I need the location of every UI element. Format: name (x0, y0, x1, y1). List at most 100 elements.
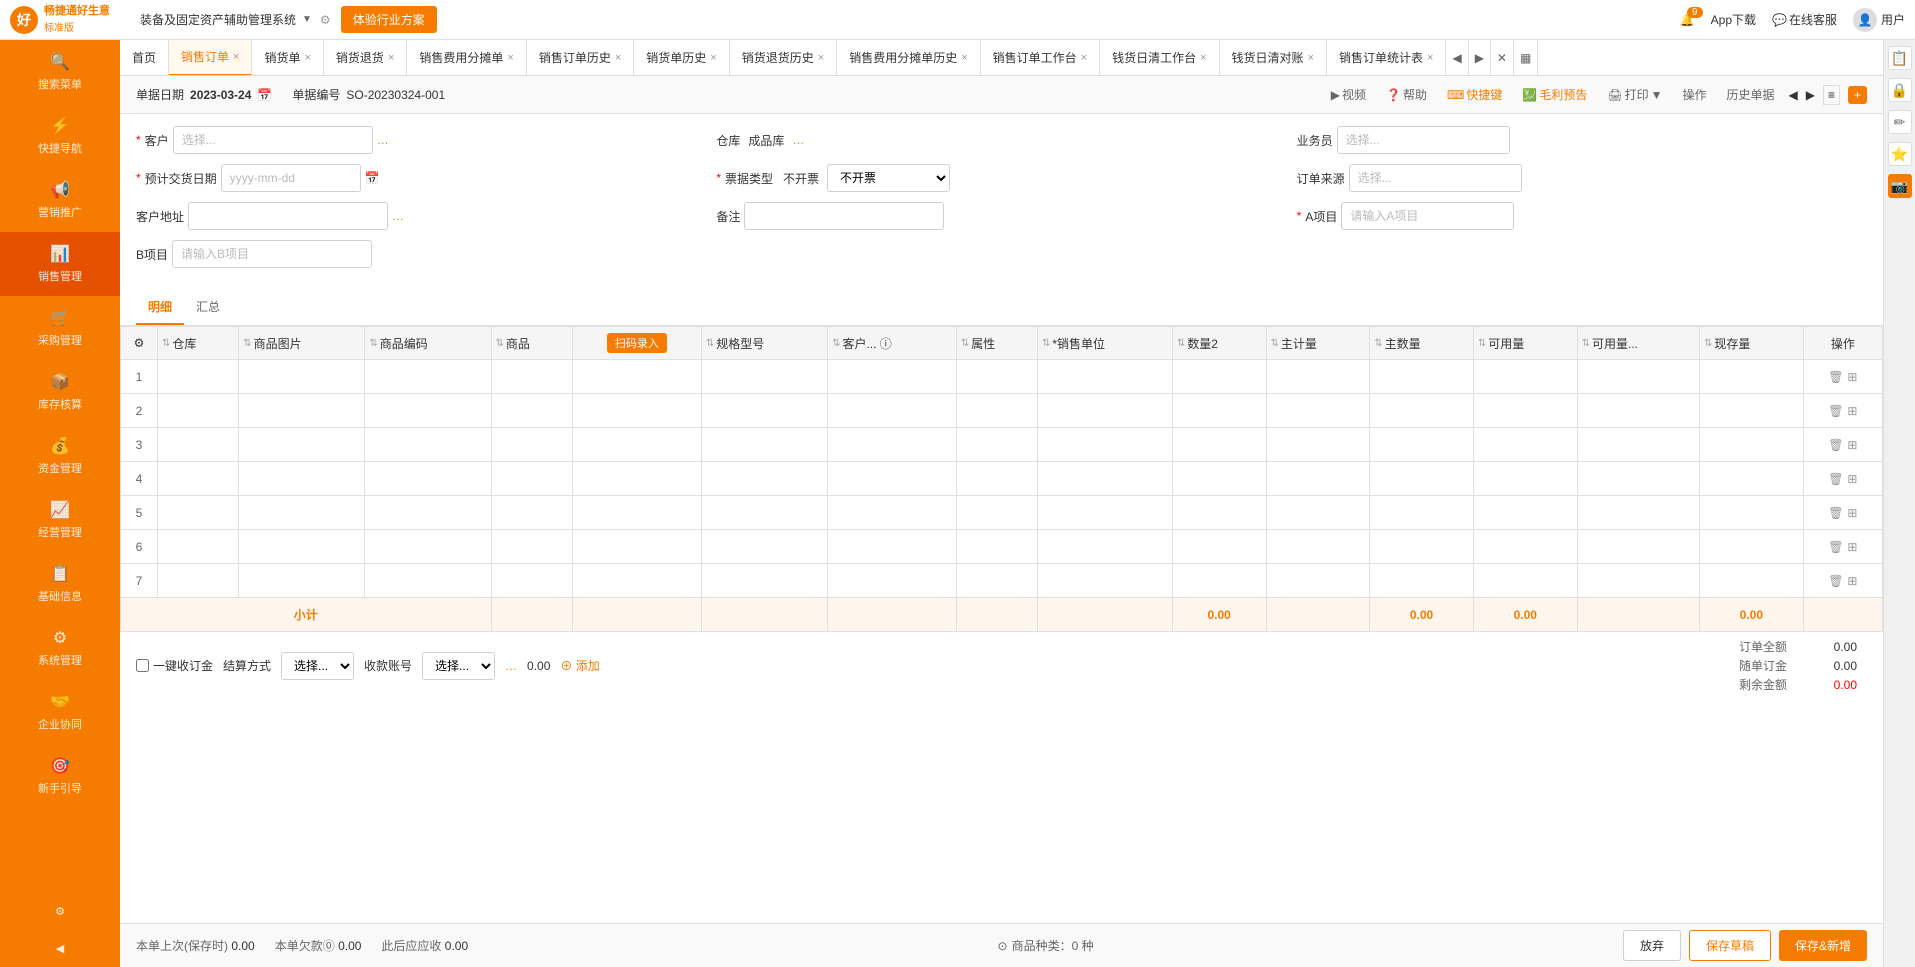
new-btn[interactable]: + (1848, 86, 1867, 104)
row-delete-4[interactable]: 🗑 (1828, 472, 1843, 486)
th-spec[interactable]: ⇅规格型号 (701, 327, 827, 360)
tab-close-all[interactable]: ✕ (1491, 40, 1514, 76)
invoice-select[interactable]: 不开票 增值税普通发票 增值税专用发票 (827, 164, 950, 192)
tab-return-history-close[interactable]: × (818, 52, 824, 64)
tab-order-history-close[interactable]: × (615, 52, 621, 64)
sidebar-item-sales[interactable]: 📊 销售管理 (0, 232, 120, 296)
tab-stats[interactable]: 销售订单统计表 × (1327, 40, 1446, 76)
bulk-checkout-label[interactable]: 一键收订金 (136, 657, 213, 674)
tab-prev-btn[interactable]: ◀ (1446, 40, 1468, 76)
app-download[interactable]: App下载 (1711, 11, 1756, 28)
industry-btn[interactable]: 体验行业方案 (341, 6, 437, 33)
scan-input-btn[interactable]: 扫码录入 (607, 333, 667, 353)
tab-sales-order[interactable]: 销售订单 × (169, 40, 252, 76)
tab-detail[interactable]: 明细 (136, 290, 184, 325)
sidebar-item-collapse[interactable]: ◀ (0, 930, 120, 967)
tab-stats-close[interactable]: × (1427, 52, 1433, 64)
th-image[interactable]: ⇅商品图片 (239, 327, 365, 360)
th-warehouse[interactable]: ⇅仓库 (157, 327, 238, 360)
sidebar-item-nav[interactable]: ⚡ 快捷导航 (0, 104, 120, 168)
tab-fee-split[interactable]: 销售费用分摊单 × (407, 40, 526, 76)
tab-return-close[interactable]: × (388, 52, 394, 64)
row-copy-5[interactable]: ⊞ (1847, 506, 1857, 520)
tab-return-history[interactable]: 销货退货历史 × (730, 40, 837, 76)
row-copy-6[interactable]: ⊞ (1847, 540, 1857, 554)
pay-method-select[interactable]: 选择... (281, 652, 354, 680)
th-code[interactable]: ⇅商品编码 (365, 327, 491, 360)
operate-btn[interactable]: 操作 (1676, 84, 1712, 105)
tab-summary[interactable]: 汇总 (184, 290, 232, 325)
th-stock[interactable]: ⇅现存量 (1700, 327, 1804, 360)
bulk-checkout-checkbox[interactable] (136, 659, 149, 672)
tool-btn-3[interactable]: ✏ (1888, 110, 1912, 134)
sidebar-item-guide[interactable]: 🎯 新手引导 (0, 744, 120, 808)
tab-sales-slip[interactable]: 销货单 × (252, 40, 323, 76)
tab-sales-slip-close[interactable]: × (304, 52, 310, 64)
delivery-input[interactable] (221, 164, 361, 192)
tab-slip-history[interactable]: 销货单历史 × (634, 40, 729, 76)
staff-input[interactable] (1337, 126, 1510, 154)
shortcut-btn[interactable]: ⌨ 快捷键 (1441, 84, 1508, 105)
discard-btn[interactable]: 放弃 (1623, 930, 1681, 961)
profit-btn[interactable]: 💹 毛利预告 (1516, 84, 1593, 105)
sidebar-item-inventory[interactable]: 📦 库存核算 (0, 360, 120, 424)
settings-icon[interactable]: ⚙ (320, 13, 331, 27)
row-delete-3[interactable]: 🗑 (1828, 438, 1843, 452)
tab-fee-history[interactable]: 销售费用分摊单历史 × (837, 40, 980, 76)
tab-order-workbench[interactable]: 销售订单工作台 × (981, 40, 1100, 76)
order-source-input[interactable] (1349, 164, 1522, 192)
sidebar-item-finance[interactable]: 💰 资金管理 (0, 424, 120, 488)
a-project-input[interactable] (1341, 202, 1514, 230)
prev-record-btn[interactable]: ◀ (1789, 88, 1798, 102)
customer-more[interactable]: … (377, 133, 389, 147)
history-btn[interactable]: 历史单据 (1720, 84, 1780, 105)
tool-btn-2[interactable]: 🔒 (1888, 78, 1912, 102)
sidebar-item-collab[interactable]: 🤝 企业协同 (0, 680, 120, 744)
sidebar-item-search[interactable]: 🔍 搜索菜单 (0, 40, 120, 104)
add-footer-btn[interactable]: ⊕ 添加 (560, 657, 599, 674)
save-new-btn[interactable]: 保存&新增 (1779, 930, 1867, 961)
footer-more[interactable]: … (505, 659, 517, 673)
tab-next-btn[interactable]: ▶ (1469, 40, 1491, 76)
list-view-btn[interactable]: ≡ (1823, 85, 1840, 105)
row-copy-4[interactable]: ⊞ (1847, 472, 1857, 486)
tool-btn-1[interactable]: 📋 (1888, 46, 1912, 70)
tab-home[interactable]: 首页 (120, 40, 169, 76)
th-qty2[interactable]: ⇅数量2 (1172, 327, 1266, 360)
next-record-btn[interactable]: ▶ (1806, 88, 1815, 102)
save-draft-btn[interactable]: 保存草稿 (1689, 930, 1771, 961)
row-copy-2[interactable]: ⊞ (1847, 404, 1857, 418)
calendar-icon[interactable]: 📅 (257, 88, 272, 102)
receipt-account-select[interactable]: 选择... (422, 652, 495, 680)
tab-daily-workbench-close[interactable]: × (1200, 52, 1206, 64)
sidebar-item-basic[interactable]: 📋 基础信息 (0, 552, 120, 616)
row-copy-1[interactable]: ⊞ (1847, 370, 1857, 384)
row-copy-7[interactable]: ⊞ (1847, 574, 1857, 588)
sidebar-item-purchase[interactable]: 🛒 采购管理 (0, 296, 120, 360)
delivery-calendar-icon[interactable]: 📅 (365, 171, 380, 185)
address-more[interactable]: … (392, 209, 404, 223)
sidebar-item-system[interactable]: ⚙ 系统管理 (0, 616, 120, 680)
th-attr[interactable]: ⇅属性 (956, 327, 1037, 360)
tab-fee-history-close[interactable]: × (961, 52, 967, 64)
tool-btn-4[interactable]: ⭐ (1888, 142, 1912, 166)
sidebar-item-operation[interactable]: 📈 经营管理 (0, 488, 120, 552)
sidebar-item-marketing[interactable]: 📢 营销推广 (0, 168, 120, 232)
tab-sales-order-close[interactable]: × (233, 51, 239, 63)
th-customer[interactable]: ⇅客户... ⓘ (828, 327, 957, 360)
warehouse-more[interactable]: … (792, 133, 804, 147)
notification-icon[interactable]: 🔔 9 (1680, 13, 1695, 27)
tab-return[interactable]: 销货退货 × (324, 40, 407, 76)
row-delete-1[interactable]: 🗑 (1828, 370, 1843, 384)
row-delete-5[interactable]: 🗑 (1828, 506, 1843, 520)
online-service[interactable]: 💬 在线客服 (1772, 11, 1837, 28)
tab-slip-history-close[interactable]: × (710, 52, 716, 64)
dropdown-arrow[interactable]: ▼ (302, 14, 312, 25)
b-project-input[interactable] (172, 240, 372, 268)
th-available2[interactable]: ⇅可用量... (1577, 327, 1699, 360)
th-available[interactable]: ⇅可用量 (1473, 327, 1577, 360)
th-main-qty[interactable]: ⇅主数量 (1370, 327, 1474, 360)
row-delete-2[interactable]: 🗑 (1828, 404, 1843, 418)
tab-daily-workbench[interactable]: 钱货日清工作台 × (1100, 40, 1219, 76)
th-scan[interactable]: 扫码录入 (572, 327, 701, 360)
